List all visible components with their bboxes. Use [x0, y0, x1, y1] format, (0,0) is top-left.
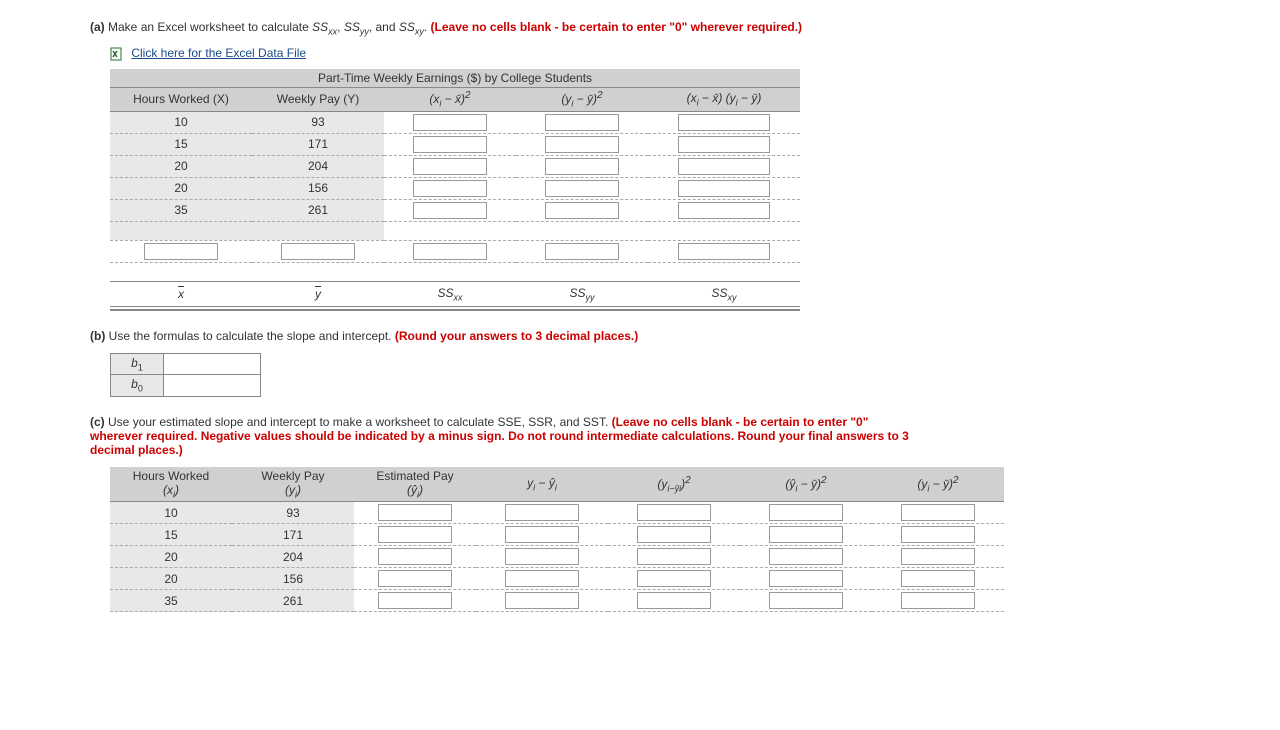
y-cell: 93 [252, 111, 384, 133]
col-hours-worked: Hours Worked (X) [110, 88, 252, 111]
xbar-label: x [110, 281, 252, 306]
part-c-prompt: (c) Use your estimated slope and interce… [90, 415, 910, 457]
ssyy-label: SSyy [516, 281, 648, 306]
col-xydev: (xi − x̄) (yi − ȳ) [648, 88, 800, 111]
sum-y-input[interactable] [281, 243, 355, 260]
x-cell: 10 [110, 111, 252, 133]
sum-xydev-input[interactable] [678, 243, 770, 260]
col-ydev-sq: (yi − ȳ)2 [516, 88, 648, 111]
b1-label: b1 [111, 354, 164, 375]
part-b-section: (b) Use the formulas to calculate the sl… [90, 329, 1190, 397]
c-col-resid-sq: (yi−ŷi)2 [608, 467, 740, 502]
part-b-table: b1 b0 [110, 353, 261, 397]
sum-xdev-input[interactable] [413, 243, 487, 260]
table-title: Part-Time Weekly Earnings ($) by College… [110, 69, 800, 88]
ssxx-label: SSxx [384, 281, 516, 306]
c-col-sst: (yi − ȳ)2 [872, 467, 1004, 502]
xydev-input[interactable] [678, 114, 770, 131]
b0-label: b0 [111, 375, 164, 396]
c-col-pay: Weekly Pay(yi) [232, 467, 354, 502]
excel-file-icon [110, 46, 131, 60]
sum-x-input[interactable] [144, 243, 218, 260]
b0-input[interactable] [170, 378, 254, 394]
ydev-input[interactable] [545, 114, 619, 131]
part-a-red-instruction: (Leave no cells blank - be certain to en… [431, 20, 803, 34]
part-a-section: (a) Make an Excel worksheet to calculate… [90, 20, 1190, 311]
xdev-input[interactable] [413, 114, 487, 131]
part-a-prompt: (a) Make an Excel worksheet to calculate… [90, 20, 1190, 36]
b1-input[interactable] [170, 356, 254, 372]
c-col-resid: yi − ŷi [476, 467, 608, 502]
excel-file-link[interactable]: Click here for the Excel Data File [131, 46, 306, 60]
col-weekly-pay: Weekly Pay (Y) [252, 88, 384, 111]
c-col-hours: Hours Worked(xi) [110, 467, 232, 502]
sum-ydev-input[interactable] [545, 243, 619, 260]
part-b-prompt: (b) Use the formulas to calculate the sl… [90, 329, 1190, 343]
part-c-section: (c) Use your estimated slope and interce… [90, 415, 1190, 612]
excel-file-link-row: Click here for the Excel Data File [110, 46, 1190, 61]
ybar-label: y [252, 281, 384, 306]
part-a-table: Part-Time Weekly Earnings ($) by College… [110, 69, 800, 311]
ssxy-label: SSxy [648, 281, 800, 306]
part-c-table: Hours Worked(xi) Weekly Pay(yi) Estimate… [110, 467, 1004, 612]
c-col-estpay: Estimated Pay(ŷi) [354, 467, 476, 502]
col-xdev-sq: (xi − x̄)2 [384, 88, 516, 111]
part-a-label: (a) [90, 20, 105, 34]
c-col-ssr: (ŷi − ȳ)2 [740, 467, 872, 502]
